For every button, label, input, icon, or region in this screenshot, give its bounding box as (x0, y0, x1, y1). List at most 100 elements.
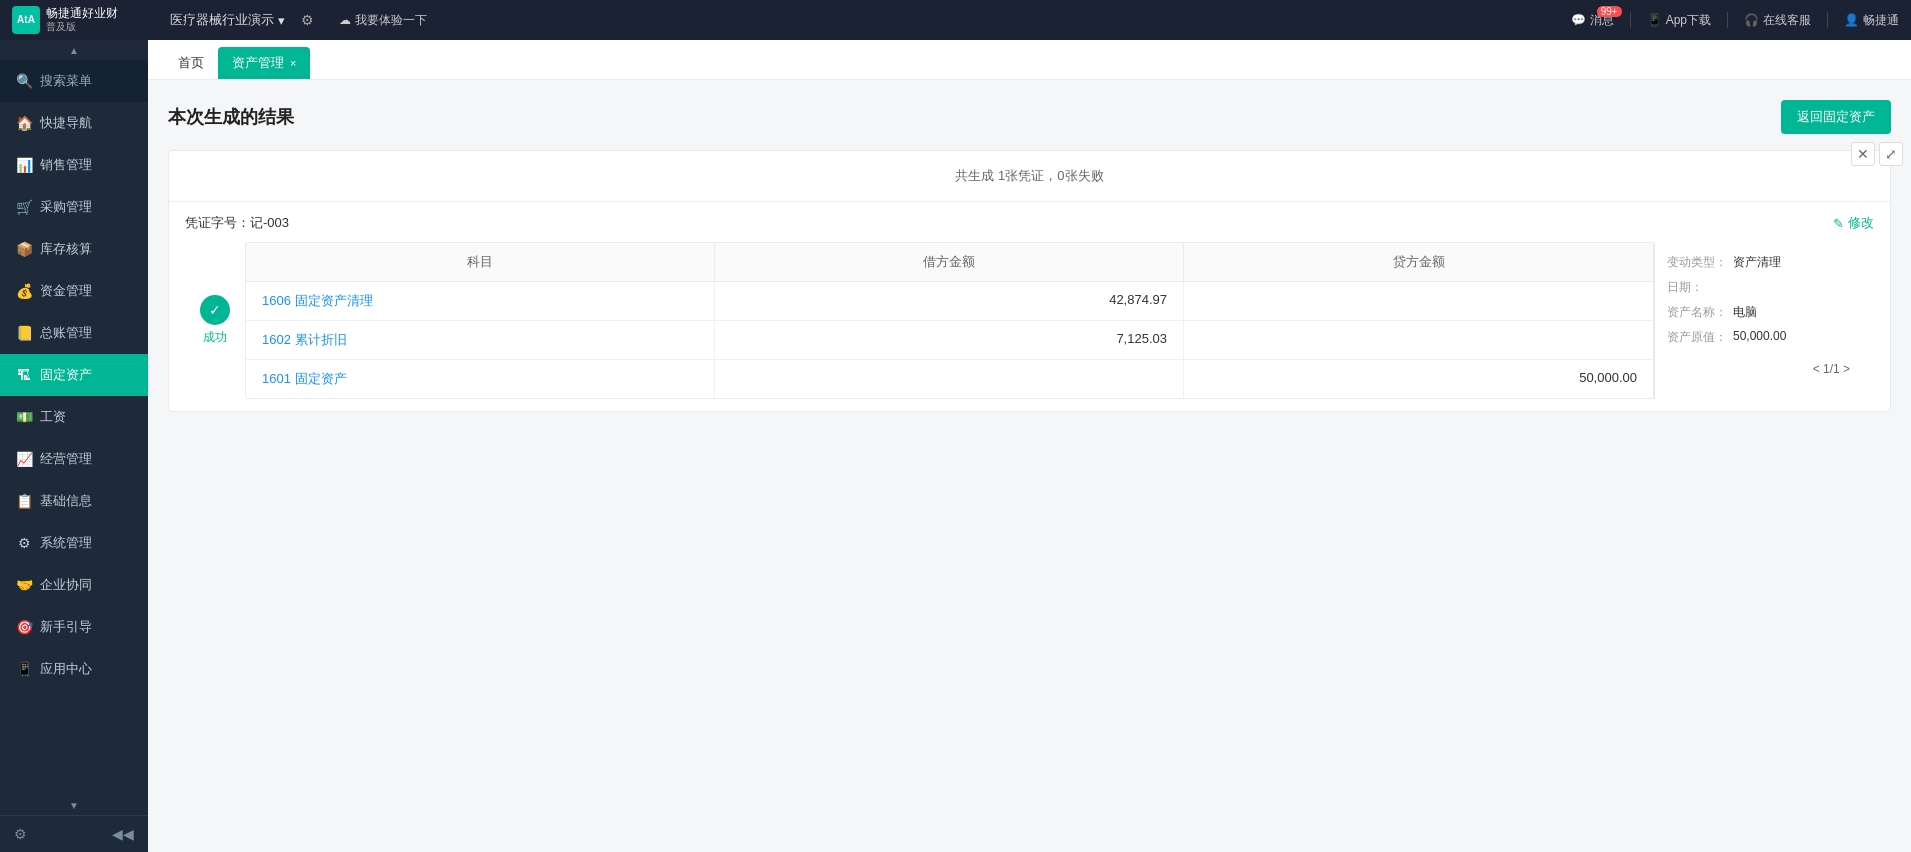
col-subject: 科目 (246, 243, 715, 281)
message-icon: 💬 (1571, 13, 1586, 27)
sidebar-item-guide[interactable]: 🎯 新手引导 (0, 606, 148, 648)
panel-controls: ✕ ⤢ (1843, 138, 1911, 170)
company-selector[interactable]: 医疗器械行业演示 ▾ (170, 11, 285, 29)
sidebar-item-label: 库存核算 (40, 240, 92, 258)
info-original-value: 资产原值： 50,000.00 (1667, 329, 1862, 346)
pagination[interactable]: < 1/1 > (1667, 354, 1862, 384)
sidebar-item-fund[interactable]: 💰 资金管理 (0, 270, 148, 312)
return-button[interactable]: 返回固定资产 (1781, 100, 1891, 134)
app-download-label: App下载 (1666, 12, 1711, 29)
home-icon: 🏠 (16, 115, 32, 131)
side-info: 变动类型： 资产清理 日期： 资产名称： 电脑 (1654, 242, 1874, 399)
row2-account: 1602 累计折旧 (246, 321, 715, 359)
gear-icon: ⚙ (301, 12, 314, 28)
row1-credit (1184, 282, 1653, 320)
voucher-section: 凭证字号：记-003 ✎ 修改 ✓ 成功 (169, 202, 1890, 411)
sidebar-item-fixed-assets[interactable]: 🏗 固定资产 (0, 354, 148, 396)
voucher-table: 科目 借方金额 贷方金额 1606 固定资产清理 42,874.97 (245, 242, 1654, 399)
original-value-value: 50,000.00 (1733, 329, 1786, 346)
cloud-icon: ☁ (339, 13, 351, 27)
sidebar-scroll-up[interactable]: ▲ (0, 40, 148, 60)
app-download-btn[interactable]: 📱 App下载 (1647, 12, 1711, 29)
page-title: 本次生成的结果 (168, 105, 294, 129)
sidebar-item-purchase[interactable]: 🛒 采购管理 (0, 186, 148, 228)
sidebar-item-inventory[interactable]: 📦 库存核算 (0, 228, 148, 270)
sidebar-item-search[interactable]: 🔍 搜索菜单 (0, 60, 148, 102)
tab-asset-mgmt[interactable]: 资产管理 × (218, 47, 310, 79)
close-panel-btn[interactable]: ✕ (1851, 142, 1875, 166)
header-center: 医疗器械行业演示 ▾ ⚙ ☁ 我要体验一下 (160, 6, 1571, 34)
sidebar-item-enterprise[interactable]: 🤝 企业协同 (0, 564, 148, 606)
table-header: 科目 借方金额 贷方金额 (246, 243, 1653, 282)
sidebar-item-label: 系统管理 (40, 534, 92, 552)
sidebar-footer: ⚙ ◀◀ (0, 815, 148, 852)
sidebar-item-label: 基础信息 (40, 492, 92, 510)
original-value-label: 资产原值： (1667, 329, 1727, 346)
row3-credit: 50,000.00 (1184, 360, 1653, 398)
sidebar-item-payroll[interactable]: 💵 工资 (0, 396, 148, 438)
date-label: 日期： (1667, 279, 1703, 296)
change-type-label: 变动类型： (1667, 254, 1727, 271)
success-icon: ✓ (200, 295, 230, 325)
page-header: 本次生成的结果 返回固定资产 (168, 100, 1891, 134)
row1-account: 1606 固定资产清理 (246, 282, 715, 320)
tabs-bar: 首页 资产管理 × (148, 40, 1911, 80)
system-icon: ⚙ (16, 535, 32, 551)
sidebar-item-quick-nav[interactable]: 🏠 快捷导航 (0, 102, 148, 144)
expand-panel-btn[interactable]: ⤢ (1879, 142, 1903, 166)
success-text: 成功 (203, 329, 227, 346)
sidebar-item-label: 销售管理 (40, 156, 92, 174)
page-content: 本次生成的结果 返回固定资产 共生成 1张凭证，0张失败 凭证字号：记-003 … (148, 80, 1911, 852)
sidebar-item-label: 搜索菜单 (40, 72, 92, 90)
basic-info-icon: 📋 (16, 493, 32, 509)
sidebar-item-system[interactable]: ⚙ 系统管理 (0, 522, 148, 564)
sidebar-settings-btn[interactable]: ⚙ (14, 826, 27, 842)
result-panel: 共生成 1张凭证，0张失败 凭证字号：记-003 ✎ 修改 ✓ (168, 150, 1891, 412)
data-section: ✓ 成功 科目 借方金额 贷方金额 (185, 242, 1874, 399)
logo-icon: AtA (12, 6, 40, 34)
message-btn[interactable]: 💬 消息 99+ (1571, 12, 1614, 29)
edit-button[interactable]: ✎ 修改 (1833, 214, 1874, 232)
divider2 (1727, 12, 1728, 28)
row1-debit: 42,874.97 (715, 282, 1184, 320)
content-area: 首页 资产管理 × 本次生成的结果 返回固定资产 共生成 1张凭证，0张失败 凭… (148, 40, 1911, 852)
sidebar-item-label: 工资 (40, 408, 66, 426)
info-change-type: 变动类型： 资产清理 (1667, 254, 1862, 271)
row3-debit (715, 360, 1184, 398)
tab-home[interactable]: 首页 (164, 47, 218, 79)
sidebar-item-app-center[interactable]: 📱 应用中心 (0, 648, 148, 690)
search-icon: 🔍 (16, 73, 32, 89)
sidebar-item-label: 固定资产 (40, 366, 92, 384)
online-service-label: 在线客服 (1763, 12, 1811, 29)
sidebar-collapse-btn[interactable]: ◀◀ (112, 826, 134, 842)
sidebar-item-label: 资金管理 (40, 282, 92, 300)
divider (1630, 12, 1631, 28)
online-service-btn[interactable]: 🎧 在线客服 (1744, 12, 1811, 29)
result-summary: 共生成 1张凭证，0张失败 (169, 151, 1890, 202)
table-row: 1601 固定资产 50,000.00 (246, 360, 1653, 398)
experience-btn[interactable]: ☁ 我要体验一下 (339, 12, 427, 29)
sidebar-item-basic-info[interactable]: 📋 基础信息 (0, 480, 148, 522)
sidebar-scroll-down[interactable]: ▼ (0, 795, 148, 815)
sidebar-item-ledger[interactable]: 📒 总账管理 (0, 312, 148, 354)
user-icon: 👤 (1844, 13, 1859, 27)
main-layout: ▲ 🔍 搜索菜单 🏠 快捷导航 📊 销售管理 🛒 采购管理 📦 库存核算 (0, 40, 1911, 852)
logo-area: AtA 畅捷通好业财 普及版 (12, 6, 160, 34)
pagination-text: < 1/1 > (1813, 362, 1850, 376)
sidebar-item-sales[interactable]: 📊 销售管理 (0, 144, 148, 186)
experience-label: 我要体验一下 (355, 12, 427, 29)
sidebar-scroll: 🔍 搜索菜单 🏠 快捷导航 📊 销售管理 🛒 采购管理 📦 库存核算 💰 (0, 60, 148, 795)
sidebar-item-operations[interactable]: 📈 经营管理 (0, 438, 148, 480)
table-row: 1606 固定资产清理 42,874.97 (246, 282, 1653, 321)
user-btn[interactable]: 👤 畅捷通 (1844, 12, 1899, 29)
tab-close-btn[interactable]: × (290, 57, 296, 69)
row2-debit: 7,125.03 (715, 321, 1184, 359)
settings-icon-btn[interactable]: ⚙ (293, 6, 321, 34)
purchase-icon: 🛒 (16, 199, 32, 215)
voucher-table-wrap: ✓ 成功 科目 借方金额 贷方金额 (185, 242, 1654, 399)
voucher-no: 凭证字号：记-003 (185, 214, 289, 232)
fixed-assets-icon: 🏗 (16, 367, 32, 383)
company-name: 医疗器械行业演示 (170, 11, 274, 29)
chevron-down-icon: ▾ (278, 13, 285, 28)
row2-credit (1184, 321, 1653, 359)
